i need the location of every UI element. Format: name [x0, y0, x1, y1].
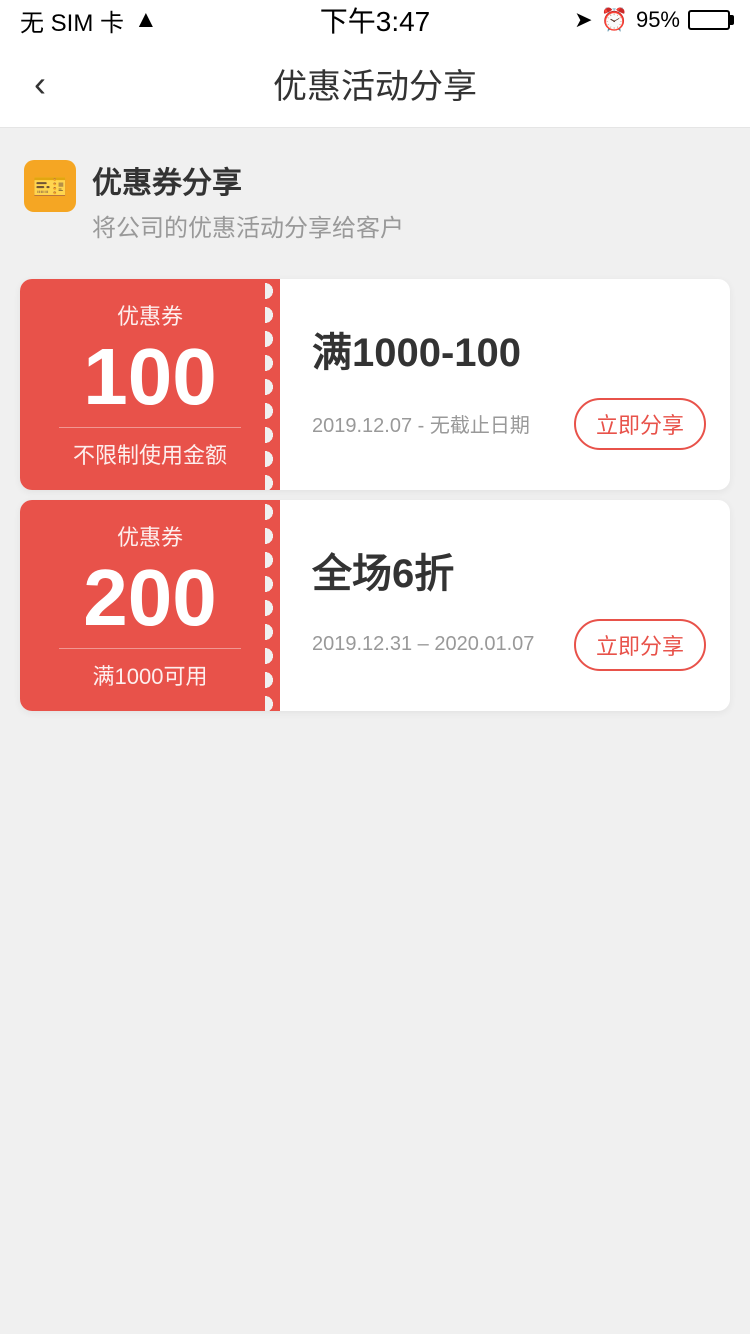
- status-time: 下午3:47: [320, 0, 431, 40]
- coupon-name-0: 满1000-100: [312, 320, 706, 378]
- battery-icon: [688, 10, 730, 30]
- section-header: 🎫 优惠券分享 将公司的优惠活动分享给客户: [0, 128, 750, 259]
- carrier-label: 无 SIM 卡: [20, 3, 124, 38]
- location-icon: ➤: [574, 7, 592, 33]
- coupon-list: 优惠券 100 不限制使用金额 满1000-100 2019.12.07 - 无…: [0, 259, 750, 731]
- share-button-0[interactable]: 立即分享: [574, 398, 706, 450]
- coupon-right-0: 满1000-100 2019.12.07 - 无截止日期 立即分享: [280, 279, 730, 490]
- coupon-condition-0: 不限制使用金额: [73, 438, 227, 470]
- coupon-left-0: 优惠券 100 不限制使用金额: [20, 279, 280, 490]
- coupon-date-0: 2019.12.07 - 无截止日期: [312, 409, 558, 438]
- share-button-1[interactable]: 立即分享: [574, 619, 706, 671]
- back-button[interactable]: ‹: [20, 64, 60, 104]
- section-icon: 🎫: [24, 160, 76, 212]
- section-subtitle: 将公司的优惠活动分享给客户: [92, 208, 404, 243]
- coupon-type-1: 优惠券: [117, 520, 183, 552]
- bottom-space: [0, 731, 750, 1231]
- coupon-left-1: 优惠券 200 满1000可用: [20, 500, 280, 711]
- status-bar: 无 SIM 卡 ▲ 下午3:47 ➤ ⏰ 95%: [0, 0, 750, 40]
- coupon-amount-0: 100: [83, 337, 216, 417]
- coupon-card: 优惠券 100 不限制使用金额 满1000-100 2019.12.07 - 无…: [20, 279, 730, 490]
- alarm-icon: ⏰: [601, 7, 628, 33]
- coupon-amount-1: 200: [83, 558, 216, 638]
- section-text: 优惠券分享 将公司的优惠活动分享给客户: [92, 158, 404, 243]
- wifi-icon: ▲: [134, 6, 158, 34]
- coupon-type-0: 优惠券: [117, 299, 183, 331]
- coupon-right-1: 全场6折 2019.12.31 – 2020.01.07 立即分享: [280, 500, 730, 711]
- nav-bar: ‹ 优惠活动分享: [0, 40, 750, 128]
- status-right: ➤ ⏰ 95%: [574, 7, 730, 33]
- coupon-condition-1: 满1000可用: [93, 659, 208, 691]
- coupon-date-1: 2019.12.31 – 2020.01.07: [312, 633, 558, 656]
- coupon-divider-0: [59, 427, 241, 428]
- battery-percent: 95%: [636, 7, 680, 33]
- coupon-card: 优惠券 200 满1000可用 全场6折 2019.12.31 – 2020.0…: [20, 500, 730, 711]
- coupon-meta-1: 2019.12.31 – 2020.01.07 立即分享: [312, 619, 706, 671]
- page-title: 优惠活动分享: [273, 59, 477, 108]
- coupon-meta-0: 2019.12.07 - 无截止日期 立即分享: [312, 398, 706, 450]
- section-title: 优惠券分享: [92, 158, 404, 202]
- status-left: 无 SIM 卡 ▲: [20, 3, 158, 38]
- coupon-name-1: 全场6折: [312, 541, 706, 599]
- coupon-divider-1: [59, 648, 241, 649]
